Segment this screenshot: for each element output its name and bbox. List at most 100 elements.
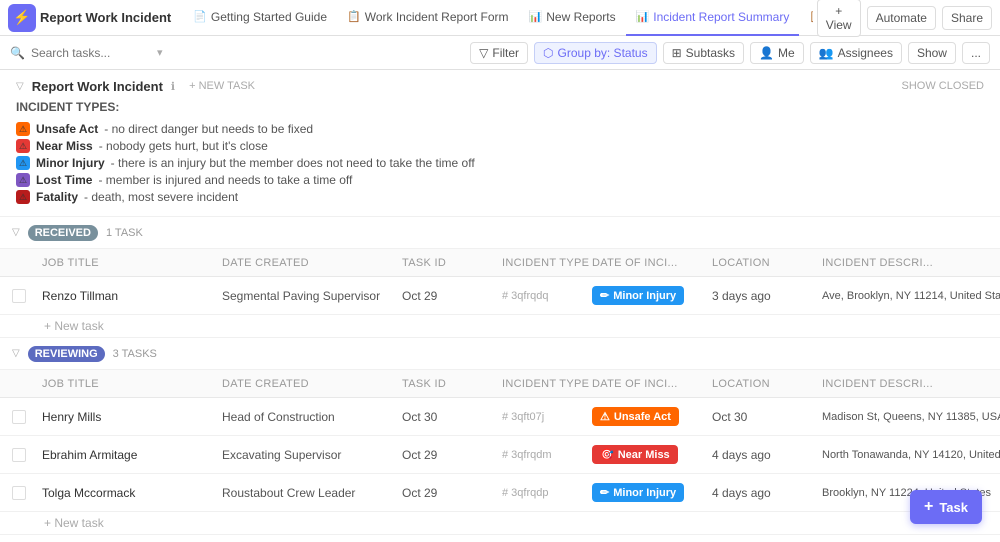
tab-new-reports[interactable]: 📊New Reports	[519, 0, 626, 36]
show-closed-button[interactable]: SHOW CLOSED	[901, 80, 984, 92]
tab-label-getting-started: Getting Started Guide	[211, 10, 327, 24]
table-header-reviewing: JOB TITLEDATE CREATEDTASK IDINCIDENT TYP…	[0, 370, 1000, 398]
tab-icon-progress-board: 📋	[809, 10, 812, 23]
incident-type-fatality: ⚠ Fatality - death, most severe incident	[16, 190, 984, 204]
group-icon: ⬡	[543, 46, 553, 60]
row-checkbox-reviewing-0[interactable]	[12, 410, 26, 424]
fab-button[interactable]: + Task	[910, 490, 982, 524]
assignees-label: Assignees	[838, 46, 893, 60]
row-date-incident-reviewing-0: Oct 30	[712, 410, 822, 424]
group-badge-received: RECEIVED	[28, 225, 98, 241]
view-button[interactable]: + View	[817, 0, 861, 37]
search-wrap: 🔍 ▾	[10, 46, 170, 60]
tab-icon-new-reports: 📊	[529, 10, 543, 23]
page-title: Report Work Incident	[40, 10, 171, 25]
me-button[interactable]: 👤 Me	[750, 42, 804, 64]
me-label: Me	[778, 46, 795, 60]
section-toggle-icon[interactable]: ▽	[16, 81, 24, 92]
group-badge-reviewing: REVIEWING	[28, 346, 105, 362]
subtasks-icon: ⊞	[672, 46, 682, 60]
add-task-received[interactable]: + New task	[0, 315, 1000, 337]
col-header-received-4: DATE OF INCI...	[592, 257, 712, 269]
tab-progress-board[interactable]: 📋Progress Board	[799, 0, 812, 36]
group-by-label: Group by: Status	[558, 46, 648, 60]
row-job-title-reviewing-2: Roustabout Crew Leader	[222, 486, 402, 500]
row-name-reviewing-2: Tolga Mccormack	[42, 486, 222, 500]
filter-icon: ▽	[479, 46, 488, 60]
row-name-reviewing-1: Ebrahim Armitage	[42, 448, 222, 462]
col-header-received-1: DATE CREATED	[222, 257, 402, 269]
row-checkbox-reviewing-1[interactable]	[12, 448, 26, 462]
top-actions: + View Automate Share	[817, 0, 992, 37]
app-icon: ⚡	[8, 4, 36, 32]
col-header-reviewing-3: INCIDENT TYPE	[502, 378, 592, 390]
incident-types-list: ⚠ Unsafe Act - no direct danger but need…	[16, 118, 984, 208]
row-date-incident-received-0: 3 days ago	[712, 289, 822, 303]
incident-desc-lost-time: - member is injured and needs to take a …	[98, 173, 352, 187]
table-row[interactable]: Henry Mills Head of Construction Oct 30 …	[0, 398, 1000, 436]
row-location-received-0: Ave, Brooklyn, NY 11214, United States	[822, 290, 1000, 302]
group-toggle-received[interactable]: ▽	[12, 227, 20, 238]
incident-badge-minor-injury: ⚠	[16, 156, 30, 170]
groups-container: ▽ RECEIVED 1 TASK JOB TITLEDATE CREATEDT…	[0, 217, 1000, 542]
row-location-reviewing-1: North Tonawanda, NY 14120, United States	[822, 449, 1000, 461]
row-checkbox-received-0[interactable]	[12, 289, 26, 303]
tab-label-incident-report-summary: Incident Report Summary	[653, 10, 789, 24]
filter-actions: ▽ Filter ⬡ Group by: Status ⊞ Subtasks 👤…	[470, 42, 990, 64]
automate-button[interactable]: Automate	[867, 6, 936, 30]
incident-label-unsafe-act: Unsafe Act	[36, 122, 98, 136]
more-options-button[interactable]: ...	[962, 42, 990, 64]
row-checkbox-reviewing-2[interactable]	[12, 486, 26, 500]
add-task-reviewing[interactable]: + New task	[0, 512, 1000, 534]
row-name-reviewing-0: Henry Mills	[42, 410, 222, 424]
table-row[interactable]: Renzo Tillman Segmental Paving Superviso…	[0, 277, 1000, 315]
table-row[interactable]: Tolga Mccormack Roustabout Crew Leader O…	[0, 474, 1000, 512]
incident-tag-reviewing-1: 🎯 Near Miss	[592, 445, 678, 464]
col-header-reviewing-1: DATE CREATED	[222, 378, 402, 390]
incident-type-near-miss: ⚠ Near Miss - nobody gets hurt, but it's…	[16, 139, 984, 153]
row-location-reviewing-0: Madison St, Queens, NY 11385, USA	[822, 411, 1000, 423]
assignees-icon: 👥	[819, 46, 834, 60]
incident-tag-icon-reviewing-0: ⚠	[600, 410, 610, 423]
row-date-incident-reviewing-2: 4 days ago	[712, 486, 822, 500]
section-title-row: ▽ Report Work Incident ℹ + NEW TASK SHOW…	[16, 78, 984, 94]
group-by-button[interactable]: ⬡ Group by: Status	[534, 42, 657, 64]
row-job-title-reviewing-0: Head of Construction	[222, 410, 402, 424]
subtasks-label: Subtasks	[686, 46, 735, 60]
filter-button[interactable]: ▽ Filter	[470, 42, 528, 64]
info-icon[interactable]: ℹ	[171, 80, 175, 93]
incident-tag-icon-received-0: ✏	[600, 289, 609, 302]
col-header-received-6: INCIDENT DESCRI...	[822, 257, 1000, 269]
new-task-button[interactable]: + NEW TASK	[183, 78, 261, 94]
incident-tag-reviewing-0: ⚠ Unsafe Act	[592, 407, 679, 426]
assignees-button[interactable]: 👥 Assignees	[810, 42, 902, 64]
tab-incident-report-summary[interactable]: 📊Incident Report Summary	[626, 0, 800, 36]
group-toggle-reviewing[interactable]: ▽	[12, 348, 20, 359]
row-incident-type-reviewing-2: ✏ Minor Injury	[592, 483, 712, 502]
tab-icon-incident-report-summary: 📊	[636, 10, 650, 23]
incident-types-label: INCIDENT TYPES:	[16, 100, 984, 114]
col-header-received-5: LOCATION	[712, 257, 822, 269]
incident-desc-fatality: - death, most severe incident	[84, 190, 238, 204]
table-row[interactable]: Ebrahim Armitage Excavating Supervisor O…	[0, 436, 1000, 474]
fab-label: Task	[939, 500, 968, 515]
row-job-title-received-0: Segmental Paving Supervisor	[222, 289, 402, 303]
group-needs-input: ▽ NEEDS INPUT 2 TASKS JOB TITLEDATE CREA…	[0, 535, 1000, 542]
share-button[interactable]: Share	[942, 6, 992, 30]
show-button[interactable]: Show	[908, 42, 956, 64]
group-received: ▽ RECEIVED 1 TASK JOB TITLEDATE CREATEDT…	[0, 217, 1000, 338]
incident-tag-reviewing-2: ✏ Minor Injury	[592, 483, 684, 502]
row-date-created-reviewing-2: Oct 29	[402, 486, 502, 500]
search-input[interactable]	[31, 46, 151, 60]
incident-tag-icon-reviewing-1: 🎯	[600, 448, 614, 461]
tab-work-incident-form[interactable]: 📋Work Incident Report Form	[337, 0, 519, 36]
search-dropdown-icon[interactable]: ▾	[157, 46, 163, 59]
incident-desc-near-miss: - nobody gets hurt, but it's close	[99, 139, 268, 153]
tab-getting-started[interactable]: 📄Getting Started Guide	[183, 0, 337, 36]
incident-label-lost-time: Lost Time	[36, 173, 92, 187]
group-count-reviewing: 3 TASKS	[113, 348, 157, 360]
group-reviewing: ▽ REVIEWING 3 TASKS JOB TITLEDATE CREATE…	[0, 338, 1000, 535]
subtasks-button[interactable]: ⊞ Subtasks	[663, 42, 744, 64]
col-header-reviewing-4: DATE OF INCI...	[592, 378, 712, 390]
row-date-created-reviewing-0: Oct 30	[402, 410, 502, 424]
